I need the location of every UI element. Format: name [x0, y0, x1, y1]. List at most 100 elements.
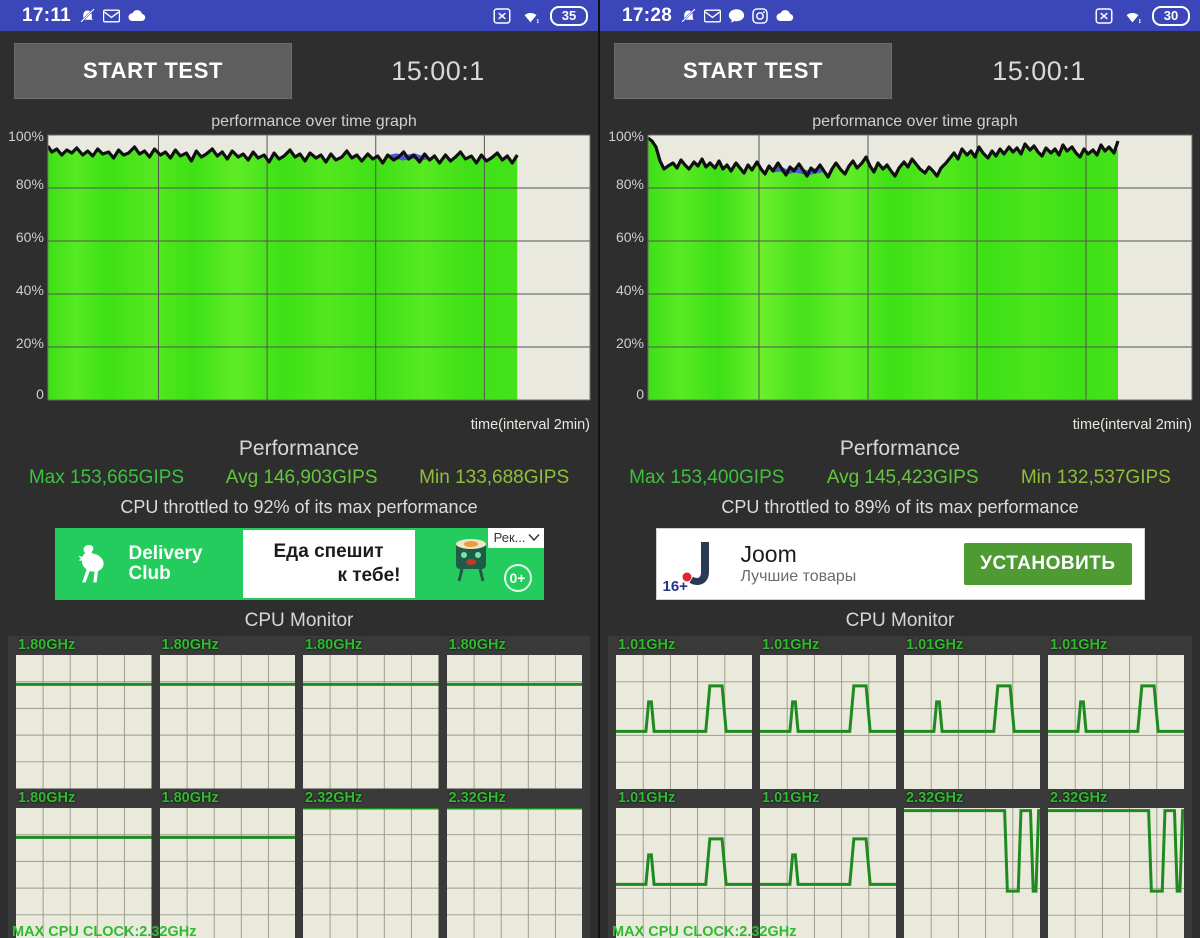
cpu-core-frequency: 2.32GHz [906, 790, 964, 806]
chart-area-fill [648, 138, 1118, 400]
perf-max: Max 153,400GIPS [629, 467, 785, 488]
no-sim-icon [493, 7, 511, 25]
cpu-core-frequency: 1.80GHz [305, 637, 363, 653]
cpu-core-waveform [303, 807, 439, 938]
throttle-message: CPU throttled to 89% of its max performa… [721, 497, 1079, 517]
cpu-core-cell: 2.32GHz [303, 789, 439, 938]
message-icon [728, 8, 745, 24]
ad-age-rating: 16+ [662, 578, 688, 595]
alarm-off-icon [79, 7, 96, 24]
svg-text:0: 0 [36, 386, 44, 402]
battery-level: 30 [1152, 5, 1190, 26]
graph-title: performance over time graph [211, 113, 417, 130]
cloud-icon [127, 9, 146, 22]
instagram-icon [752, 7, 768, 24]
svg-text:0: 0 [636, 386, 644, 402]
status-bar: 17:11 35 [0, 0, 598, 31]
cpu-core-waveform [616, 808, 752, 938]
cpu-core-frequency: 1.01GHz [762, 790, 820, 806]
ad-headline-line2: к тебе! [337, 565, 401, 586]
cpu-core-waveform [159, 655, 295, 789]
svg-text:20%: 20% [16, 335, 44, 351]
cpu-core-cell: 2.32GHz [1048, 790, 1184, 938]
graph-x-axis-label: time(interval 2min) [470, 417, 590, 433]
perf-avg: Avg 145,423GIPS [826, 467, 979, 488]
status-clock: 17:11 [22, 4, 72, 26]
svg-text:60%: 60% [616, 229, 644, 245]
cpu-core-frequency: 1.80GHz [161, 637, 219, 653]
cloud-icon [775, 9, 794, 22]
cpu-core-frequency: 1.80GHz [18, 789, 76, 806]
ad-banner-joom[interactable]: Joom Лучшие товары УСТАНОВИТЬ 16+ [655, 528, 1145, 600]
cpu-core-waveform [446, 655, 582, 789]
performance-graph-left: performance over time graph 100% 80% 60%… [0, 111, 598, 433]
performance-graph-right: performance over time graph 100% 80% 60% [600, 111, 1200, 433]
cpu-core-grid: 1.80GHz 1.80GHz 1.80GHz 1.80GHz 1.80GHz 1.80G… [8, 636, 590, 938]
ad-headline-bubble: Еда спешит к тебе! [242, 530, 415, 598]
cpu-monitor-panel: 1.80GHz 1.80GHz 1.80GHz 1.80GHz 1.80GHz 1.80G… [8, 636, 590, 938]
cpu-core-waveform [1048, 808, 1184, 938]
max-cpu-clock-label: MAX CPU CLOCK:2.32GHz [12, 924, 197, 938]
cpu-core-frequency: 2.32GHz [1050, 790, 1108, 806]
performance-stats: Max 153,400GIPS Avg 145,423GIPS Min 132,… [600, 467, 1200, 489]
cpu-core-cell: 1.80GHz [159, 637, 295, 791]
ad-brand-line2: Club [128, 563, 171, 584]
svg-text:40%: 40% [16, 282, 44, 298]
throttle-message: CPU throttled to 92% of its max performa… [120, 497, 478, 517]
cpu-core-cell: 1.01GHz [904, 637, 1040, 791]
perf-min: Min 132,537GIPS [1020, 467, 1171, 488]
chevron-down-icon [527, 533, 540, 542]
performance-heading: Performance [238, 437, 360, 460]
cpu-core-waveform [1048, 655, 1184, 789]
ad-install-button[interactable]: УСТАНОВИТЬ [964, 543, 1132, 585]
graph-title: performance over time graph [812, 113, 1018, 130]
ad-disclosure-text: Рек... [493, 530, 526, 545]
svg-text:60%: 60% [16, 229, 44, 245]
cpu-core-cell: 1.01GHz [616, 790, 752, 938]
cpu-core-waveform [159, 807, 295, 938]
ad-brand-line1: Delivery [128, 543, 203, 564]
chart-area-fill [47, 146, 518, 400]
delivery-club-logo: Delivery Club [69, 537, 203, 591]
cpu-core-cell: 1.80GHz [303, 637, 439, 791]
alarm-off-icon [680, 7, 697, 24]
svg-text:40%: 40% [616, 282, 644, 298]
status-system-icons: 30 [1095, 5, 1190, 26]
cpu-core-cell: 1.01GHz [1048, 637, 1184, 791]
cpu-core-waveform [904, 655, 1040, 789]
cpu-core-frequency: 1.80GHz [448, 637, 506, 653]
sushi-mascot-icon [455, 539, 486, 582]
svg-text:20%: 20% [616, 335, 644, 351]
no-sim-icon [1095, 7, 1113, 25]
gmail-icon [704, 9, 722, 23]
test-timer: 15:00:1 [391, 55, 485, 86]
start-test-button[interactable]: START TEST [14, 43, 292, 99]
phone-screen-left: 17:11 35 START TEST 15:00:1 performance … [0, 0, 600, 938]
test-toolbar: START TEST 15:00:1 [600, 31, 1200, 111]
cpu-core-frequency: 1.01GHz [618, 637, 676, 653]
cpu-core-cell: 1.01GHz [616, 637, 752, 791]
cpu-core-waveform [16, 655, 152, 789]
wifi-icon [520, 7, 541, 24]
test-timer: 15:00:1 [992, 55, 1086, 86]
max-cpu-clock-label: MAX CPU CLOCK:2.32GHz [612, 924, 797, 938]
test-toolbar: START TEST 15:00:1 [0, 31, 598, 111]
cpu-core-frequency: 1.01GHz [906, 637, 964, 653]
cpu-core-frequency: 2.32GHz [305, 789, 363, 806]
cpu-core-cell: 1.01GHz [760, 790, 896, 938]
battery-level: 35 [550, 5, 588, 26]
start-test-button[interactable]: START TEST [614, 43, 892, 99]
ad-headline-line1: Еда спешит [273, 541, 384, 562]
cpu-core-waveform [616, 655, 752, 789]
cpu-core-waveform [904, 808, 1040, 938]
phone-screen-right: 17:28 30 START TEST 15:00:1 performance … [600, 0, 1200, 938]
ostrich-icon [77, 545, 104, 583]
perf-avg: Avg 146,903GIPS [225, 467, 378, 488]
cpu-core-frequency: 1.80GHz [161, 789, 219, 806]
cpu-core-frequency: 1.80GHz [18, 637, 76, 653]
status-system-icons: 35 [493, 5, 588, 26]
ad-disclosure-dropdown[interactable]: Рек... [487, 528, 544, 548]
graph-x-axis-label: time(interval 2min) [1072, 417, 1192, 433]
ad-banner-delivery-club[interactable]: Delivery Club Еда спешит к тебе! 0+ Рек.… [54, 528, 544, 600]
cpu-core-waveform [760, 808, 896, 938]
